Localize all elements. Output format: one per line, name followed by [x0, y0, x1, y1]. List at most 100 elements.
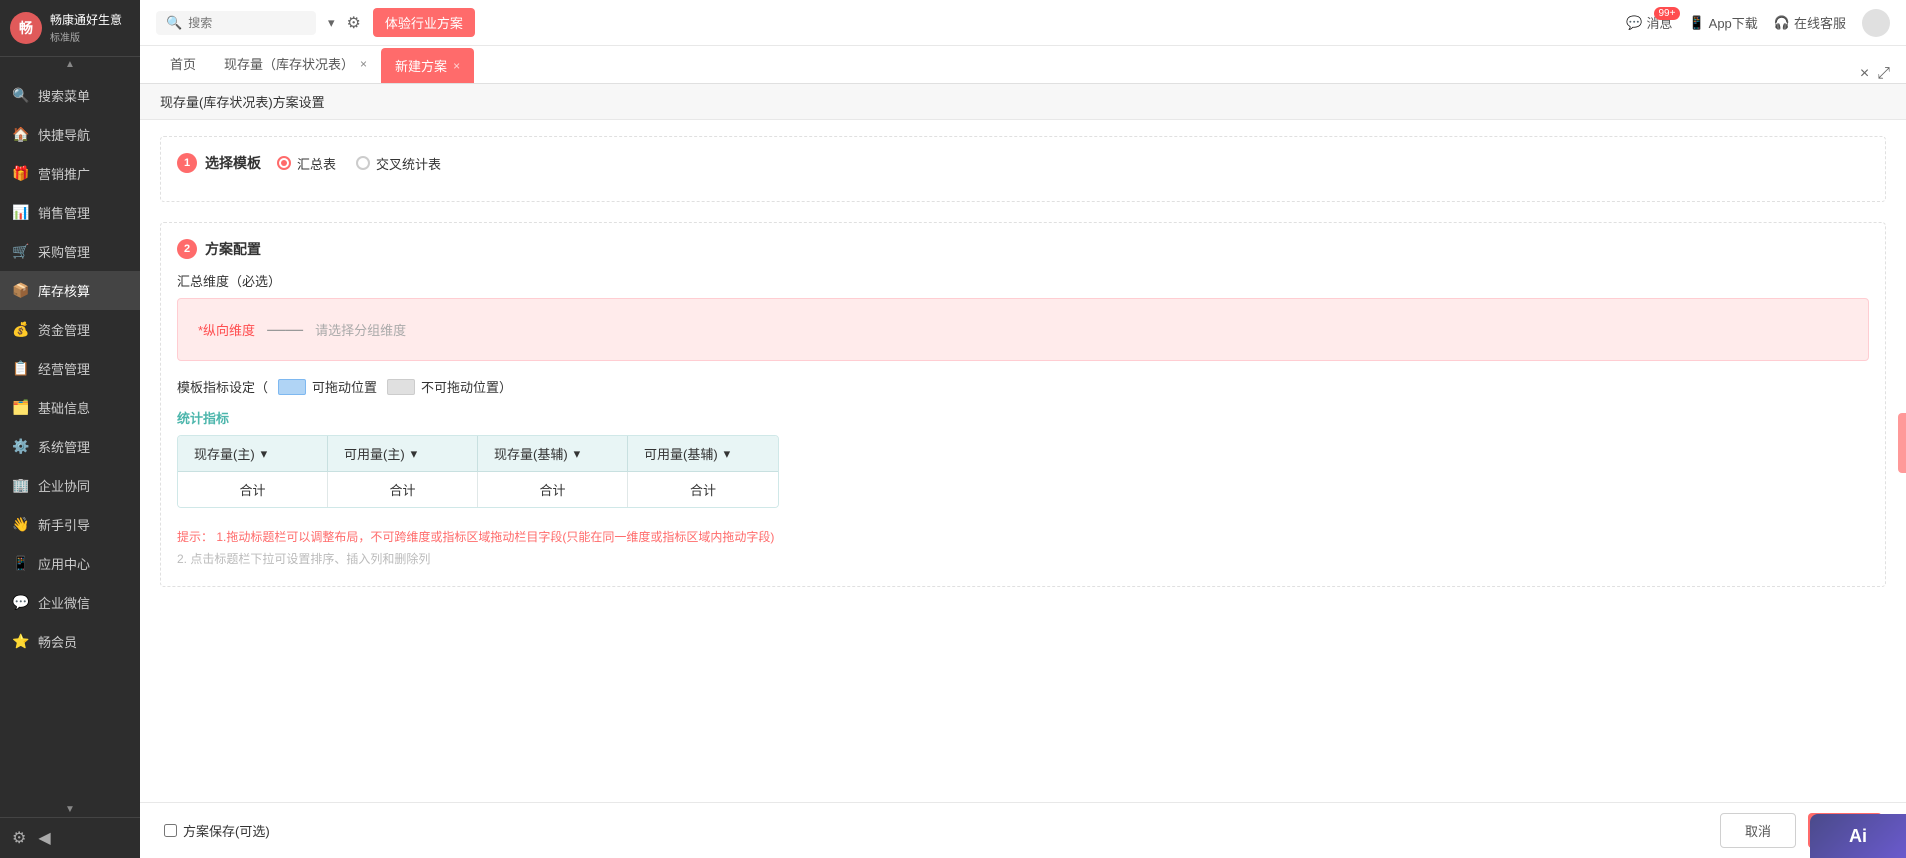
- stats-col-1-dropdown-icon[interactable]: ▾: [261, 446, 268, 462]
- save-checkbox-container[interactable]: 方案保存(可选): [164, 821, 270, 840]
- sidebar-item-search[interactable]: 🔍 搜索菜单: [0, 76, 140, 115]
- dim-placeholder: 请选择分组维度: [315, 320, 406, 339]
- tab-inventory-label: 现存量（库存状况表）: [224, 54, 354, 73]
- collapse-icon[interactable]: ◀: [38, 828, 50, 848]
- sidebar-nav: 🔍 搜索菜单 🏠 快捷导航 🎁 营销推广 📊 销售管理 🛒 采购管理 📦 库存核…: [0, 72, 140, 802]
- stats-col-1[interactable]: 现存量(主) ▾: [178, 436, 328, 471]
- search-input[interactable]: [188, 16, 306, 30]
- trial-button[interactable]: 体验行业方案: [373, 8, 475, 37]
- radio-summary[interactable]: 汇总表: [277, 154, 336, 173]
- sidebar-item-inventory[interactable]: 📦 库存核算: [0, 271, 140, 310]
- customer-service-button[interactable]: 🎧 在线客服: [1774, 13, 1846, 32]
- dimension-area[interactable]: *纵向维度 —— 请选择分组维度: [177, 298, 1869, 361]
- sidebar-item-label-sales: 销售管理: [38, 203, 90, 222]
- headset-icon: 🎧: [1774, 15, 1790, 31]
- bottom-bar: 方案保存(可选) 取消 查询: [140, 802, 1906, 858]
- sidebar-scroll-up[interactable]: ▲: [0, 57, 140, 72]
- stats-data-1-3: 合计: [478, 472, 628, 507]
- app-name-block: 畅康通好生意 标准版: [50, 12, 122, 44]
- sidebar-item-marketing[interactable]: 🎁 营销推广: [0, 154, 140, 193]
- tab-inventory-close-icon[interactable]: ×: [360, 57, 367, 71]
- sidebar-item-label-base-info: 基础信息: [38, 398, 90, 417]
- sidebar-item-weixin[interactable]: 💬 企业微信: [0, 583, 140, 622]
- step1-title: 选择模板: [205, 153, 261, 173]
- step2-title: 方案配置: [205, 239, 261, 259]
- sidebar-item-label-purchase: 采购管理: [38, 242, 90, 261]
- tab-inventory[interactable]: 现存量（库存状况表） ×: [210, 46, 381, 83]
- stats-col-4[interactable]: 可用量(基辅) ▾: [628, 436, 778, 471]
- cancel-button[interactable]: 取消: [1720, 813, 1796, 848]
- save-checkbox-input[interactable]: [164, 824, 177, 837]
- sidebar-item-app-center[interactable]: 📱 应用中心: [0, 544, 140, 583]
- gift-icon: 🎁: [12, 165, 30, 183]
- header-dropdown-button[interactable]: ▾: [328, 15, 335, 31]
- sidebar-scroll-down[interactable]: ▼: [0, 802, 140, 817]
- search-icon: 🔍: [12, 87, 30, 105]
- search-icon-small: 🔍: [166, 15, 182, 31]
- dim-required-label: *纵向维度: [198, 320, 255, 339]
- page-content: 现存量(库存状况表)方案设置 1 选择模板 汇总表: [140, 84, 1906, 802]
- box-icon: 📦: [12, 282, 30, 300]
- user-avatar[interactable]: [1862, 9, 1890, 37]
- tab-close-button[interactable]: ×: [1860, 65, 1869, 83]
- sidebar-item-newbie[interactable]: 👋 新手引导: [0, 505, 140, 544]
- stats-col-1-label: 现存量(主): [194, 444, 255, 463]
- tip-1: 1.拖动标题栏可以调整布局，不可跨维度或指标区域拖动栏目字段(只能在同一维度或指…: [216, 530, 774, 544]
- tab-new-scheme[interactable]: 新建方案 ×: [381, 48, 474, 83]
- sidebar-item-operation[interactable]: 📋 经营管理: [0, 349, 140, 388]
- inner-page: 现存量(库存状况表)方案设置 1 选择模板 汇总表: [140, 84, 1906, 802]
- header-search-box[interactable]: 🔍: [156, 11, 316, 35]
- app-download-button[interactable]: 📱 App下载: [1688, 13, 1757, 32]
- folder-icon: 🗂️: [12, 399, 30, 417]
- sidebar-item-purchase[interactable]: 🛒 采购管理: [0, 232, 140, 271]
- app-name: 畅康通好生意: [50, 12, 122, 29]
- sidebar-item-base-info[interactable]: 🗂️ 基础信息: [0, 388, 140, 427]
- sidebar-item-label-inventory: 库存核算: [38, 281, 90, 300]
- message-button[interactable]: 💬 消息 99+: [1626, 13, 1672, 32]
- gear-icon: ⚙️: [12, 438, 30, 456]
- sidebar-item-sales[interactable]: 📊 销售管理: [0, 193, 140, 232]
- stats-col-3-dropdown-icon[interactable]: ▾: [574, 446, 581, 462]
- chart-icon: 📊: [12, 204, 30, 222]
- stats-col-4-dropdown-icon[interactable]: ▾: [724, 446, 731, 462]
- sidebar-item-label-quick-nav: 快捷导航: [38, 125, 90, 144]
- stats-title: 统计指标: [177, 408, 1869, 427]
- fixed-label: 不可拖动位置）: [421, 377, 512, 396]
- ai-label: Ai: [1849, 826, 1867, 847]
- step1-num: 1: [177, 153, 197, 173]
- template-radio-group: 汇总表 交叉统计表: [277, 154, 441, 173]
- tab-expand-button[interactable]: ⤢: [1877, 65, 1890, 83]
- header-gear-icon[interactable]: ⚙: [347, 13, 361, 33]
- stats-col-4-label: 可用量(基辅): [644, 444, 718, 463]
- sidebar-item-label-marketing: 营销推广: [38, 164, 90, 183]
- radio-summary-label: 汇总表: [297, 154, 336, 173]
- stats-data-1-4: 合计: [628, 472, 778, 507]
- step2-num: 2: [177, 239, 197, 259]
- sidebar-item-enterprise[interactable]: 🏢 企业协同: [0, 466, 140, 505]
- sidebar-item-label-search: 搜索菜单: [38, 86, 90, 105]
- page-title: 现存量(库存状况表)方案设置: [160, 95, 325, 110]
- tab-new-scheme-close-icon[interactable]: ×: [453, 59, 460, 73]
- sidebar-item-system[interactable]: ⚙️ 系统管理: [0, 427, 140, 466]
- ai-float-button[interactable]: Ai: [1810, 814, 1906, 858]
- tip-title-text: 提示：: [177, 530, 213, 544]
- dim-separator: ——: [267, 319, 303, 340]
- radio-cross[interactable]: 交叉统计表: [356, 154, 441, 173]
- message-badge: 99+: [1654, 7, 1681, 20]
- stats-col-2-dropdown-icon[interactable]: ▾: [411, 446, 418, 462]
- settings-icon[interactable]: ⚙: [12, 828, 26, 848]
- message-icon: 💬: [1626, 15, 1642, 31]
- sidebar-item-finance[interactable]: 💰 资金管理: [0, 310, 140, 349]
- star-icon: ⭐: [12, 633, 30, 651]
- money-icon: 💰: [12, 321, 30, 339]
- stats-col-2[interactable]: 可用量(主) ▾: [328, 436, 478, 471]
- tab-home[interactable]: 首页: [156, 46, 210, 83]
- right-panel-trigger[interactable]: [1898, 413, 1906, 473]
- sidebar-item-member[interactable]: ⭐ 畅会员: [0, 622, 140, 661]
- stats-col-3-label: 现存量(基辅): [494, 444, 568, 463]
- app-version: 标准版: [50, 29, 122, 44]
- stats-col-3[interactable]: 现存量(基辅) ▾: [478, 436, 628, 471]
- step2-section: 2 方案配置 汇总维度（必选） *纵向维度 —— 请选择分组维度 模板指标设定（: [160, 222, 1886, 587]
- sidebar-item-label-weixin: 企业微信: [38, 593, 90, 612]
- sidebar-item-quick-nav[interactable]: 🏠 快捷导航: [0, 115, 140, 154]
